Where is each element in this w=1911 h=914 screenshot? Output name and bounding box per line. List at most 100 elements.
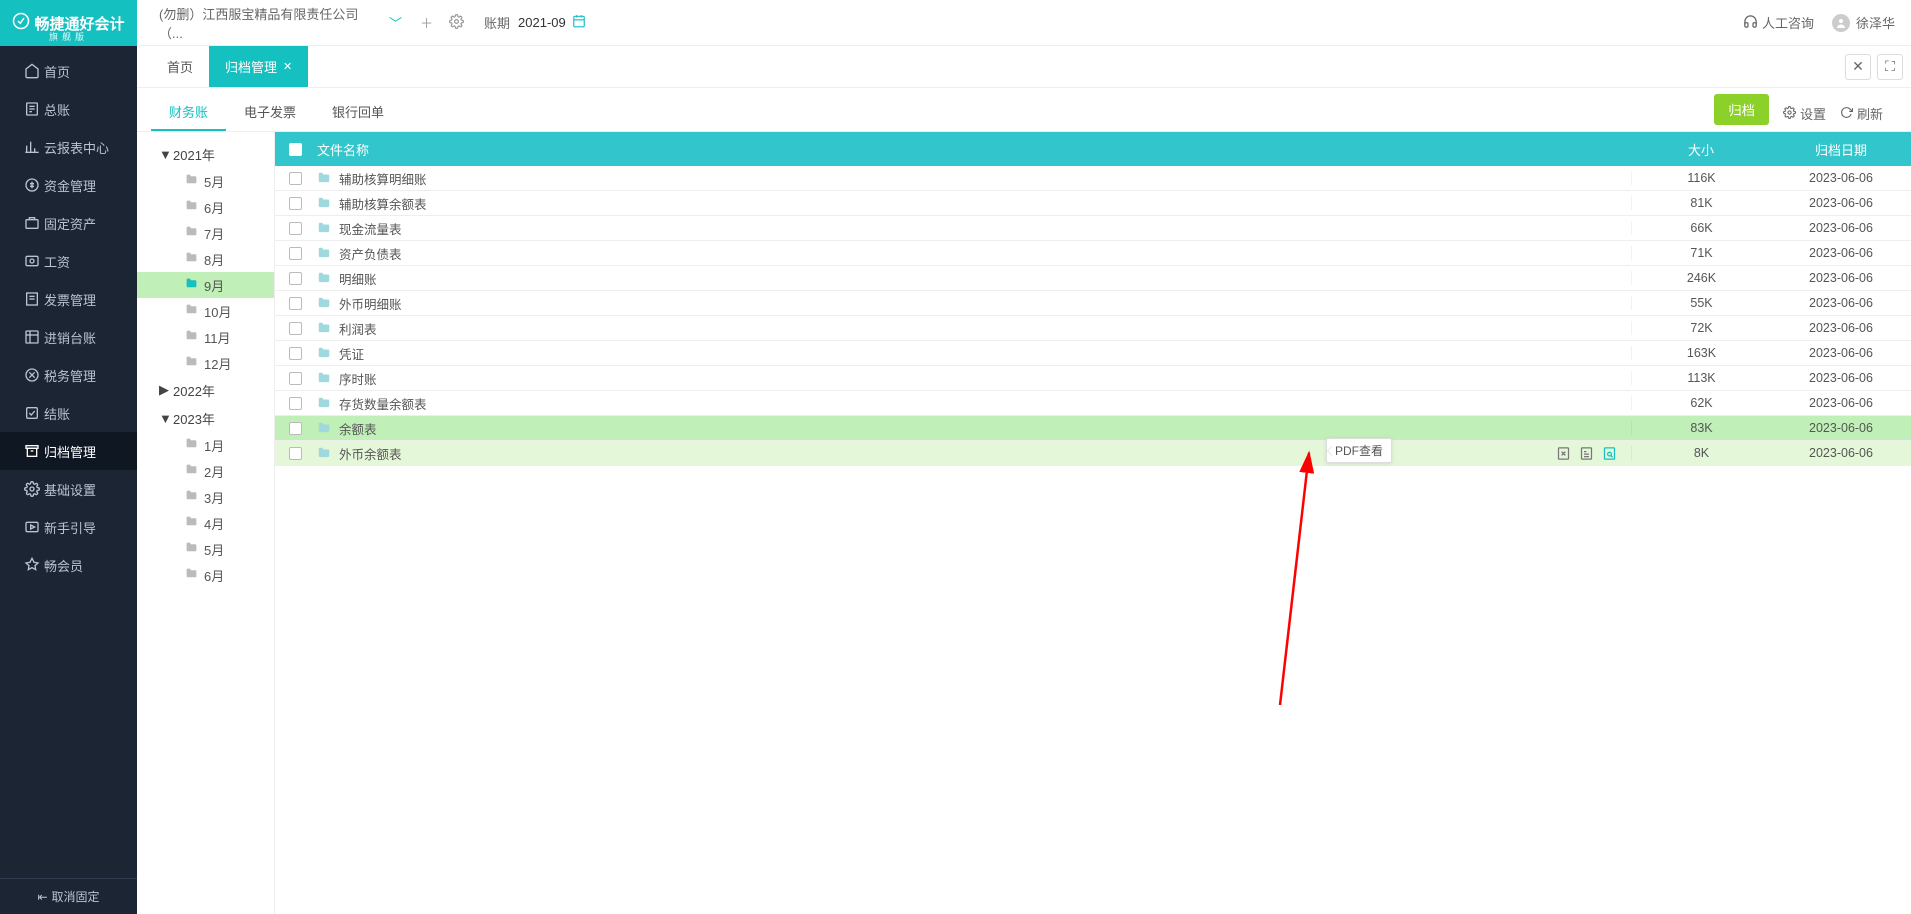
- row-checkbox[interactable]: [289, 447, 302, 460]
- sidebar-item-tax[interactable]: 税务管理: [0, 356, 137, 394]
- folder-icon: [185, 489, 198, 505]
- file-date: 2023-06-06: [1771, 296, 1911, 310]
- sidebar-item-home[interactable]: 首页: [0, 52, 137, 90]
- file-icon: [317, 421, 333, 435]
- tree-month[interactable]: 1月: [137, 432, 274, 458]
- close-icon[interactable]: ✕: [283, 60, 292, 73]
- table-row[interactable]: 明细账246K2023-06-06: [275, 266, 1911, 291]
- subtab[interactable]: 财务账: [151, 92, 226, 131]
- table-row[interactable]: 辅助核算余额表81K2023-06-06: [275, 191, 1911, 216]
- tree-month[interactable]: 11月: [137, 324, 274, 350]
- month-label: 7月: [204, 224, 224, 243]
- consult-link[interactable]: 人工咨询: [1743, 13, 1814, 32]
- sidebar-item-salary[interactable]: 工资: [0, 242, 137, 280]
- row-checkbox[interactable]: [289, 372, 302, 385]
- file-name: 存货数量余额表: [339, 394, 427, 413]
- company-selector[interactable]: (勿删）江西服宝精品有限责任公司（...: [159, 4, 379, 42]
- header-size[interactable]: 大小: [1631, 140, 1771, 159]
- table-row[interactable]: 存货数量余额表62K2023-06-06: [275, 391, 1911, 416]
- sidebar-item-purchase[interactable]: 进销台账: [0, 318, 137, 356]
- subtab[interactable]: 银行回单: [314, 92, 402, 131]
- row-checkbox[interactable]: [289, 322, 302, 335]
- tree-month[interactable]: 7月: [137, 220, 274, 246]
- table-row[interactable]: 利润表72K2023-06-06: [275, 316, 1911, 341]
- row-checkbox[interactable]: [289, 422, 302, 435]
- brand-edition: 旗舰版: [49, 30, 88, 43]
- sidebar-item-settings[interactable]: 基础设置: [0, 470, 137, 508]
- table-row[interactable]: 余额表83K2023-06-06: [275, 416, 1911, 441]
- refresh-link[interactable]: 刷新: [1840, 104, 1883, 123]
- table-row[interactable]: 外币明细账55K2023-06-06: [275, 291, 1911, 316]
- period-value[interactable]: 2021-09: [518, 15, 566, 30]
- download-excel-icon[interactable]: [1556, 446, 1571, 461]
- settings-link[interactable]: 设置: [1783, 104, 1826, 123]
- tree-month[interactable]: 10月: [137, 298, 274, 324]
- archive-button[interactable]: 归档: [1714, 94, 1769, 125]
- sidebar-item-asset[interactable]: 固定资产: [0, 204, 137, 242]
- fullscreen-button[interactable]: ⛶: [1877, 54, 1903, 80]
- table-row[interactable]: 辅助核算明细账116K2023-06-06: [275, 166, 1911, 191]
- sidebar-unpin[interactable]: ⇤ 取消固定: [0, 878, 137, 914]
- row-checkbox[interactable]: [289, 397, 302, 410]
- chevron-down-icon[interactable]: ﹀: [389, 13, 402, 32]
- row-checkbox[interactable]: [289, 172, 302, 185]
- page-tab[interactable]: 归档管理✕: [209, 46, 308, 87]
- headset-icon: [1743, 14, 1758, 32]
- month-label: 5月: [204, 172, 224, 191]
- tree-month[interactable]: 3月: [137, 484, 274, 510]
- add-button[interactable]: ＋: [420, 13, 433, 32]
- folder-icon: [185, 463, 198, 479]
- user-menu[interactable]: 徐泽华: [1832, 13, 1895, 32]
- tree-month[interactable]: 6月: [137, 562, 274, 588]
- calendar-icon[interactable]: [572, 14, 586, 31]
- table-row[interactable]: 序时账113K2023-06-06: [275, 366, 1911, 391]
- tree-year[interactable]: ▼2021年: [137, 140, 274, 168]
- tree-year[interactable]: ▶2022年: [137, 376, 274, 404]
- row-checkbox[interactable]: [289, 247, 302, 260]
- row-checkbox[interactable]: [289, 197, 302, 210]
- sidebar-item-money[interactable]: 资金管理: [0, 166, 137, 204]
- tree-month[interactable]: 5月: [137, 168, 274, 194]
- tree-month[interactable]: 6月: [137, 194, 274, 220]
- select-all-checkbox[interactable]: [289, 143, 302, 156]
- tree-month[interactable]: 12月: [137, 350, 274, 376]
- row-checkbox[interactable]: [289, 347, 302, 360]
- tree-year[interactable]: ▼2023年: [137, 404, 274, 432]
- tree-month[interactable]: 4月: [137, 510, 274, 536]
- row-checkbox[interactable]: [289, 222, 302, 235]
- folder-icon: [185, 515, 198, 531]
- download-pdf-icon[interactable]: [1579, 446, 1594, 461]
- table-row[interactable]: 资产负债表71K2023-06-06: [275, 241, 1911, 266]
- file-name: 辅助核算明细账: [339, 169, 427, 188]
- header-date[interactable]: 归档日期: [1771, 140, 1911, 159]
- sidebar-item-chart[interactable]: 云报表中心: [0, 128, 137, 166]
- row-checkbox[interactable]: [289, 272, 302, 285]
- home-icon: [20, 63, 44, 79]
- row-checkbox[interactable]: [289, 297, 302, 310]
- sidebar-item-guide[interactable]: 新手引导: [0, 508, 137, 546]
- sidebar-item-ledger[interactable]: 总账: [0, 90, 137, 128]
- sidebar-item-label: 进销台账: [44, 328, 96, 347]
- sidebar-item-label: 基础设置: [44, 480, 96, 499]
- sidebar-item-invoice[interactable]: 发票管理: [0, 280, 137, 318]
- page-tab[interactable]: 首页: [151, 46, 209, 87]
- chart-icon: [20, 139, 44, 155]
- vip-icon: [20, 557, 44, 573]
- sidebar-item-close-book[interactable]: 结账: [0, 394, 137, 432]
- tree-month[interactable]: 8月: [137, 246, 274, 272]
- sidebar-item-archive[interactable]: 归档管理: [0, 432, 137, 470]
- tab-close-button[interactable]: ✕: [1845, 54, 1871, 80]
- header-filename[interactable]: 文件名称: [315, 140, 1631, 159]
- tree-month[interactable]: 5月: [137, 536, 274, 562]
- tree-month[interactable]: 9月: [137, 272, 274, 298]
- tree-month[interactable]: 2月: [137, 458, 274, 484]
- sidebar-item-vip[interactable]: 畅会员: [0, 546, 137, 584]
- table-row[interactable]: 现金流量表66K2023-06-06: [275, 216, 1911, 241]
- settings-icon-button[interactable]: [449, 14, 464, 32]
- pdf-view-icon[interactable]: [1602, 446, 1617, 461]
- folder-icon: [185, 355, 198, 371]
- table-row[interactable]: 凭证163K2023-06-06: [275, 341, 1911, 366]
- table-row[interactable]: 外币余额表8K2023-06-06: [275, 441, 1911, 466]
- file-size: 8K: [1631, 446, 1771, 460]
- subtab[interactable]: 电子发票: [226, 92, 314, 131]
